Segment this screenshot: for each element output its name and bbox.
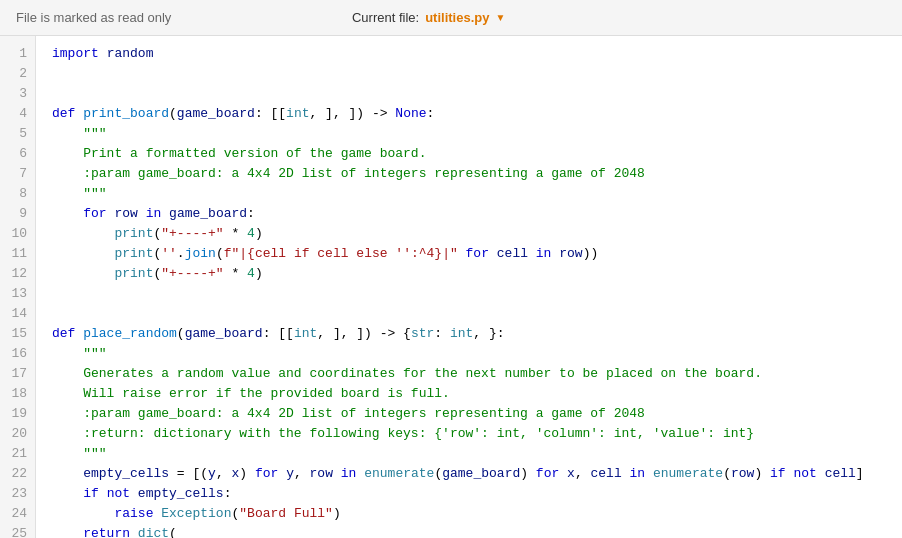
code-line: :param game_board: a 4x4 2D list of inte… bbox=[52, 404, 902, 424]
code-line: raise Exception("Board Full") bbox=[52, 504, 902, 524]
top-bar: File is marked as read only Current file… bbox=[0, 0, 902, 36]
code-line: """ bbox=[52, 344, 902, 364]
code-line: if not empty_cells: bbox=[52, 484, 902, 504]
line-number: 24 bbox=[0, 504, 35, 524]
read-only-label: File is marked as read only bbox=[16, 10, 171, 25]
code-line: :return: dictionary with the following k… bbox=[52, 424, 902, 444]
code-line: """ bbox=[52, 124, 902, 144]
code-line: empty_cells = [(y, x) for y, row in enum… bbox=[52, 464, 902, 484]
line-number: 3 bbox=[0, 84, 35, 104]
line-number: 19 bbox=[0, 404, 35, 424]
code-line: """ bbox=[52, 184, 902, 204]
line-number: 9 bbox=[0, 204, 35, 224]
code-line: return dict( bbox=[52, 524, 902, 538]
line-number: 12 bbox=[0, 264, 35, 284]
line-number: 18 bbox=[0, 384, 35, 404]
line-number: 14 bbox=[0, 304, 35, 324]
line-number: 21 bbox=[0, 444, 35, 464]
line-number: 15 bbox=[0, 324, 35, 344]
line-number: 25 bbox=[0, 524, 35, 538]
line-number: 16 bbox=[0, 344, 35, 364]
line-numbers: 1234567891011121314151617181920212223242… bbox=[0, 36, 36, 538]
code-container: 1234567891011121314151617181920212223242… bbox=[0, 36, 902, 538]
code-line bbox=[52, 304, 902, 324]
line-number: 7 bbox=[0, 164, 35, 184]
code-line: Generates a random value and coordinates… bbox=[52, 364, 902, 384]
code-line: Will raise error if the provided board i… bbox=[52, 384, 902, 404]
code-line bbox=[52, 284, 902, 304]
line-number: 17 bbox=[0, 364, 35, 384]
line-number: 23 bbox=[0, 484, 35, 504]
code-line: import random bbox=[52, 44, 902, 64]
line-number: 8 bbox=[0, 184, 35, 204]
code-line: :param game_board: a 4x4 2D list of inte… bbox=[52, 164, 902, 184]
line-number: 10 bbox=[0, 224, 35, 244]
code-line: def place_random(game_board: [[int, ], ]… bbox=[52, 324, 902, 344]
line-number: 4 bbox=[0, 104, 35, 124]
line-number: 11 bbox=[0, 244, 35, 264]
code-line: print(''.join(f"|{cell if cell else '':^… bbox=[52, 244, 902, 264]
code-line: def print_board(game_board: [[int, ], ])… bbox=[52, 104, 902, 124]
line-number: 2 bbox=[0, 64, 35, 84]
line-number: 5 bbox=[0, 124, 35, 144]
chevron-down-icon[interactable]: ▼ bbox=[495, 12, 505, 23]
line-number: 20 bbox=[0, 424, 35, 444]
line-number: 22 bbox=[0, 464, 35, 484]
file-name[interactable]: utilities.py bbox=[425, 10, 489, 25]
line-number: 13 bbox=[0, 284, 35, 304]
code-line: print("+----+" * 4) bbox=[52, 224, 902, 244]
code-line: for row in game_board: bbox=[52, 204, 902, 224]
current-file-section: Current file: utilities.py ▼ bbox=[352, 10, 505, 25]
code-line: """ bbox=[52, 444, 902, 464]
line-number: 1 bbox=[0, 44, 35, 64]
line-number: 6 bbox=[0, 144, 35, 164]
code-line bbox=[52, 64, 902, 84]
code-line bbox=[52, 84, 902, 104]
code-content: import random def print_board(game_board… bbox=[36, 36, 902, 538]
code-line: Print a formatted version of the game bo… bbox=[52, 144, 902, 164]
code-line: print("+----+" * 4) bbox=[52, 264, 902, 284]
current-file-label: Current file: bbox=[352, 10, 419, 25]
